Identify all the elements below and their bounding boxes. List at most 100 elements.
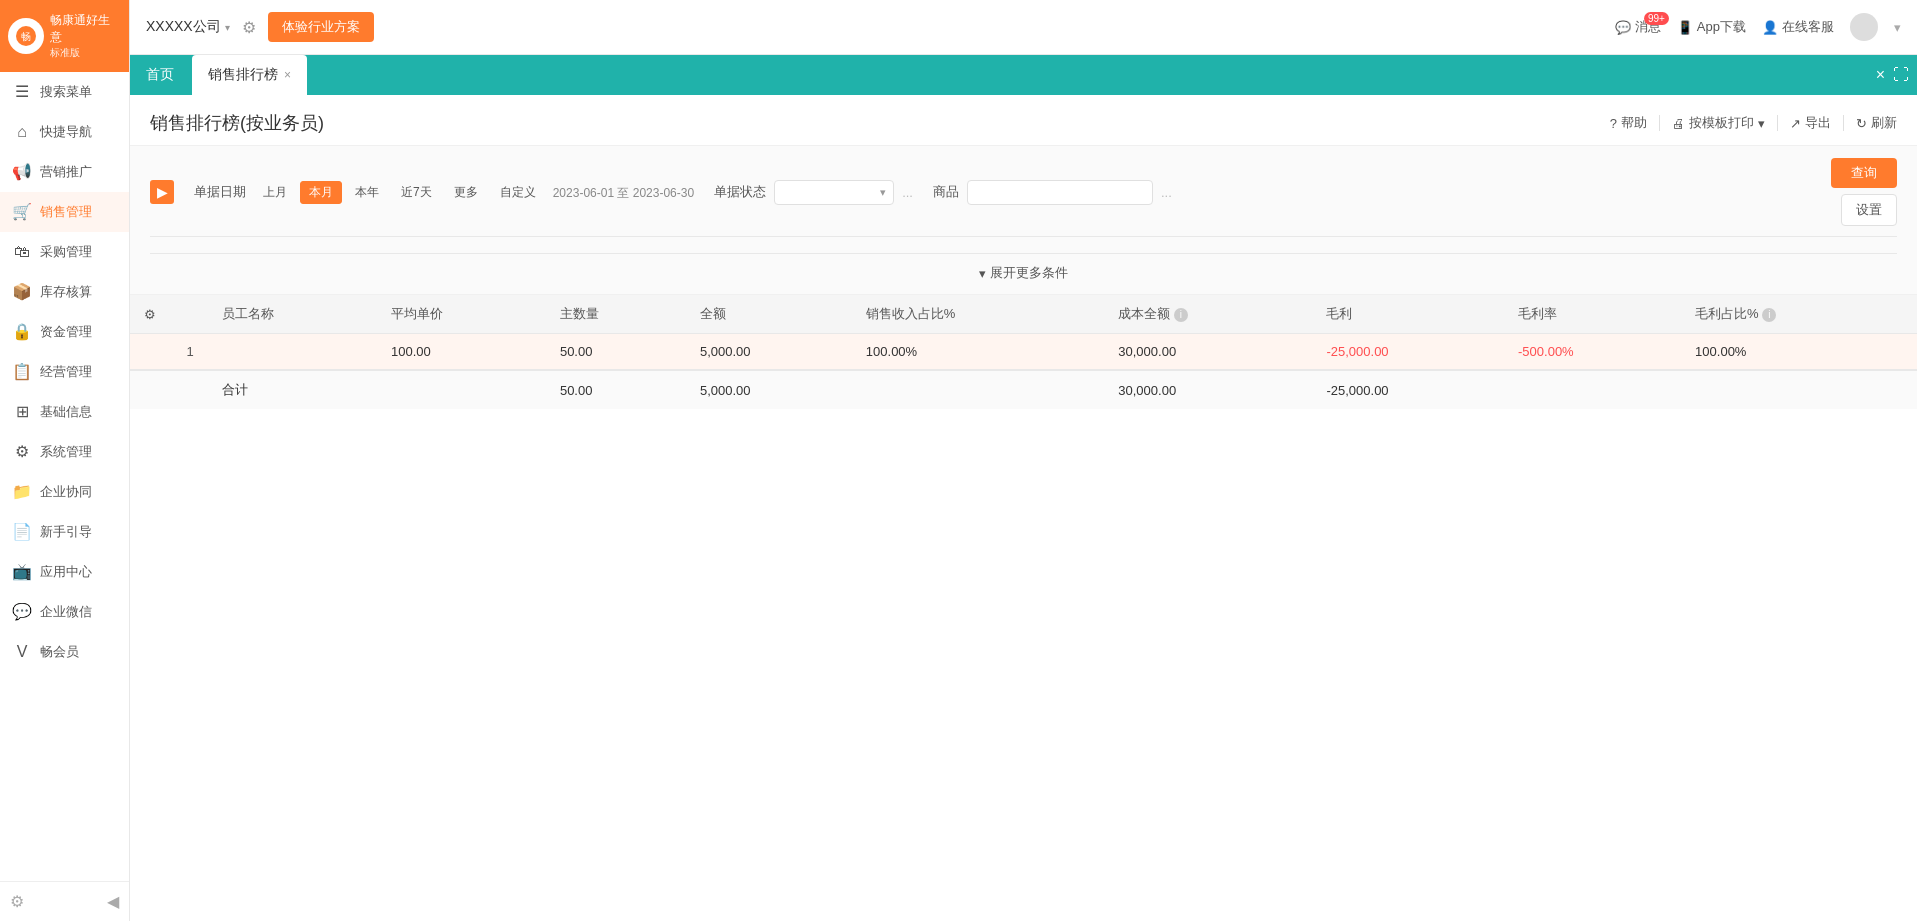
date-btn-this-month[interactable]: 本月 — [300, 181, 342, 204]
col-cost: 成本全额 i — [1106, 295, 1314, 334]
user-avatar[interactable] — [1850, 13, 1878, 41]
date-btn-this-year[interactable]: 本年 — [346, 181, 388, 204]
expand-btn[interactable]: ▾ 展开更多条件 — [150, 253, 1897, 282]
divider-1 — [1659, 115, 1660, 131]
online-service-btn[interactable]: 👤 在线客服 — [1762, 18, 1834, 36]
sidebar-item-purchase[interactable]: 🛍 采购管理 — [0, 232, 129, 272]
sidebar-icon-marketing: 📢 — [12, 162, 32, 182]
help-btn[interactable]: ? 帮助 — [1610, 114, 1647, 132]
help-icon: ? — [1610, 116, 1617, 131]
col-gross-pct: 毛利占比% i — [1683, 295, 1917, 334]
template-print-btn[interactable]: 🖨 按模板打印 ▾ — [1672, 114, 1765, 132]
page-actions: ? 帮助 🖨 按模板打印 ▾ ↗ 导出 ↻ 刷新 — [1610, 114, 1897, 132]
footer-sales-pct — [854, 370, 1106, 409]
sidebar-label-sales: 销售管理 — [40, 203, 92, 221]
footer-rank-col — [170, 370, 210, 409]
col-main-qty: 主数量 — [548, 295, 688, 334]
sidebar-collapse-icon[interactable]: ◀ — [107, 892, 119, 911]
company-selector[interactable]: XXXXX公司 ▾ — [146, 18, 230, 36]
date-btn-7days[interactable]: 近7天 — [392, 181, 441, 204]
sales-table: ⚙ 员工名称 平均单价 主数量 全额 销售收入占比% 成本全额 i 毛利 毛利率… — [130, 295, 1917, 409]
row-avg-price: 100.00 — [379, 334, 548, 371]
notification-btn[interactable]: 💬 消息 99+ — [1615, 18, 1661, 36]
footer-avg-price — [379, 370, 548, 409]
sidebar-item-guide[interactable]: 📄 新手引导 — [0, 512, 129, 552]
sidebar-item-operations[interactable]: 📋 经营管理 — [0, 352, 129, 392]
row-sales-pct: 100.00% — [854, 334, 1106, 371]
row-gross-pct: 100.00% — [1683, 334, 1917, 371]
row-rank: 1 — [170, 334, 210, 371]
footer-cost: 30,000.00 — [1106, 370, 1314, 409]
sidebar-item-search-order[interactable]: ☰ 搜索菜单 — [0, 72, 129, 112]
goods-more-icon[interactable]: ... — [1161, 185, 1172, 200]
export-icon: ↗ — [1790, 116, 1801, 131]
status-more-icon[interactable]: ... — [902, 185, 913, 200]
goods-input[interactable] — [967, 180, 1153, 205]
sidebar-icon-quick-nav: ⌂ — [12, 122, 32, 142]
main-area: XXXXX公司 ▾ ⚙ 体验行业方案 💬 消息 99+ 📱 App下载 👤 在线… — [130, 0, 1917, 921]
date-btn-last-month[interactable]: 上月 — [254, 181, 296, 204]
table-header: ⚙ 员工名称 平均单价 主数量 全额 销售收入占比% 成本全额 i 毛利 毛利率… — [130, 295, 1917, 334]
sidebar-item-quick-nav[interactable]: ⌂ 快捷导航 — [0, 112, 129, 152]
topbar-gear-icon[interactable]: ⚙ — [242, 18, 256, 37]
company-name: XXXXX公司 — [146, 18, 221, 36]
col-name: 员工名称 — [210, 295, 379, 334]
app-download-btn[interactable]: 📱 App下载 — [1677, 18, 1746, 36]
grosspct-info-icon[interactable]: i — [1762, 308, 1776, 322]
tab-sales-ranking[interactable]: 销售排行榜 × — [192, 55, 307, 95]
filter-row-1: ▶ 单据日期 上月 本月 本年 近7天 更多 自定义 2023-06-01 至 … — [150, 158, 1897, 226]
sidebar-item-enterprise[interactable]: 📁 企业协同 — [0, 472, 129, 512]
tab-expand-icon[interactable]: ⛶ — [1893, 66, 1909, 84]
divider-3 — [1843, 115, 1844, 131]
sidebar-item-inventory[interactable]: 📦 库存核算 — [0, 272, 129, 312]
trial-button[interactable]: 体验行业方案 — [268, 12, 374, 42]
filter-actions: 查询 设置 — [1831, 158, 1897, 226]
page-title: 销售排行榜(按业务员) — [150, 111, 324, 135]
col-amount: 全额 — [688, 295, 854, 334]
sidebar-settings-icon[interactable]: ⚙ — [10, 892, 24, 911]
footer-gross-rate — [1506, 370, 1683, 409]
sidebar-icon-member: V — [12, 642, 32, 662]
col-rank — [170, 295, 210, 334]
row-amount: 5,000.00 — [688, 334, 854, 371]
row-settings[interactable] — [130, 334, 170, 371]
col-settings[interactable]: ⚙ — [130, 295, 170, 334]
sidebar-label-search-order: 搜索菜单 — [40, 83, 92, 101]
sidebar-item-finance[interactable]: 🔒 资金管理 — [0, 312, 129, 352]
status-select[interactable] — [774, 180, 894, 205]
export-btn[interactable]: ↗ 导出 — [1790, 114, 1831, 132]
expand-icon: ▾ — [979, 266, 986, 281]
tab-close-icon[interactable]: × — [284, 68, 291, 82]
date-btn-more[interactable]: 更多 — [445, 181, 487, 204]
sidebar-label-member: 畅会员 — [40, 643, 79, 661]
tab-close-all-icon[interactable]: × — [1876, 66, 1885, 84]
sidebar-item-basic-info[interactable]: ⊞ 基础信息 — [0, 392, 129, 432]
sidebar-label-system: 系统管理 — [40, 443, 92, 461]
sidebar-label-wechat: 企业微信 — [40, 603, 92, 621]
sidebar-item-sales[interactable]: 🛒 销售管理 — [0, 192, 129, 232]
col-gross-rate: 毛利率 — [1506, 295, 1683, 334]
export-label: 导出 — [1805, 114, 1831, 132]
sidebar-icon-sales: 🛒 — [12, 202, 32, 222]
sidebar-item-system[interactable]: ⚙ 系统管理 — [0, 432, 129, 472]
notification-icon: 💬 — [1615, 20, 1631, 35]
sidebar-nav: ☰ 搜索菜单 ⌂ 快捷导航 📢 营销推广 🛒 销售管理 🛍 采购管理 📦 库存核… — [0, 72, 129, 881]
settings-button[interactable]: 设置 — [1841, 194, 1897, 226]
date-btn-custom[interactable]: 自定义 — [491, 181, 545, 204]
refresh-btn[interactable]: ↻ 刷新 — [1856, 114, 1897, 132]
sidebar: 畅 畅康通好生意 标准版 ☰ 搜索菜单 ⌂ 快捷导航 📢 营销推广 🛒 销售管理… — [0, 0, 130, 921]
query-button[interactable]: 查询 — [1831, 158, 1897, 188]
sidebar-item-member[interactable]: V 畅会员 — [0, 632, 129, 672]
sidebar-item-marketing[interactable]: 📢 营销推广 — [0, 152, 129, 192]
status-filter: 单据状态 ... — [714, 180, 913, 205]
sidebar-label-guide: 新手引导 — [40, 523, 92, 541]
sidebar-label-quick-nav: 快捷导航 — [40, 123, 92, 141]
sidebar-label-marketing: 营销推广 — [40, 163, 92, 181]
date-filter: 单据日期 上月 本月 本年 近7天 更多 自定义 2023-06-01 至 20… — [194, 181, 694, 204]
cost-info-icon[interactable]: i — [1174, 308, 1188, 322]
refresh-label: 刷新 — [1871, 114, 1897, 132]
sidebar-item-wechat[interactable]: 💬 企业微信 — [0, 592, 129, 632]
filter-toggle-btn[interactable]: ▶ — [150, 180, 174, 204]
sidebar-item-app-center[interactable]: 📺 应用中心 — [0, 552, 129, 592]
tab-home[interactable]: 首页 — [130, 55, 190, 95]
